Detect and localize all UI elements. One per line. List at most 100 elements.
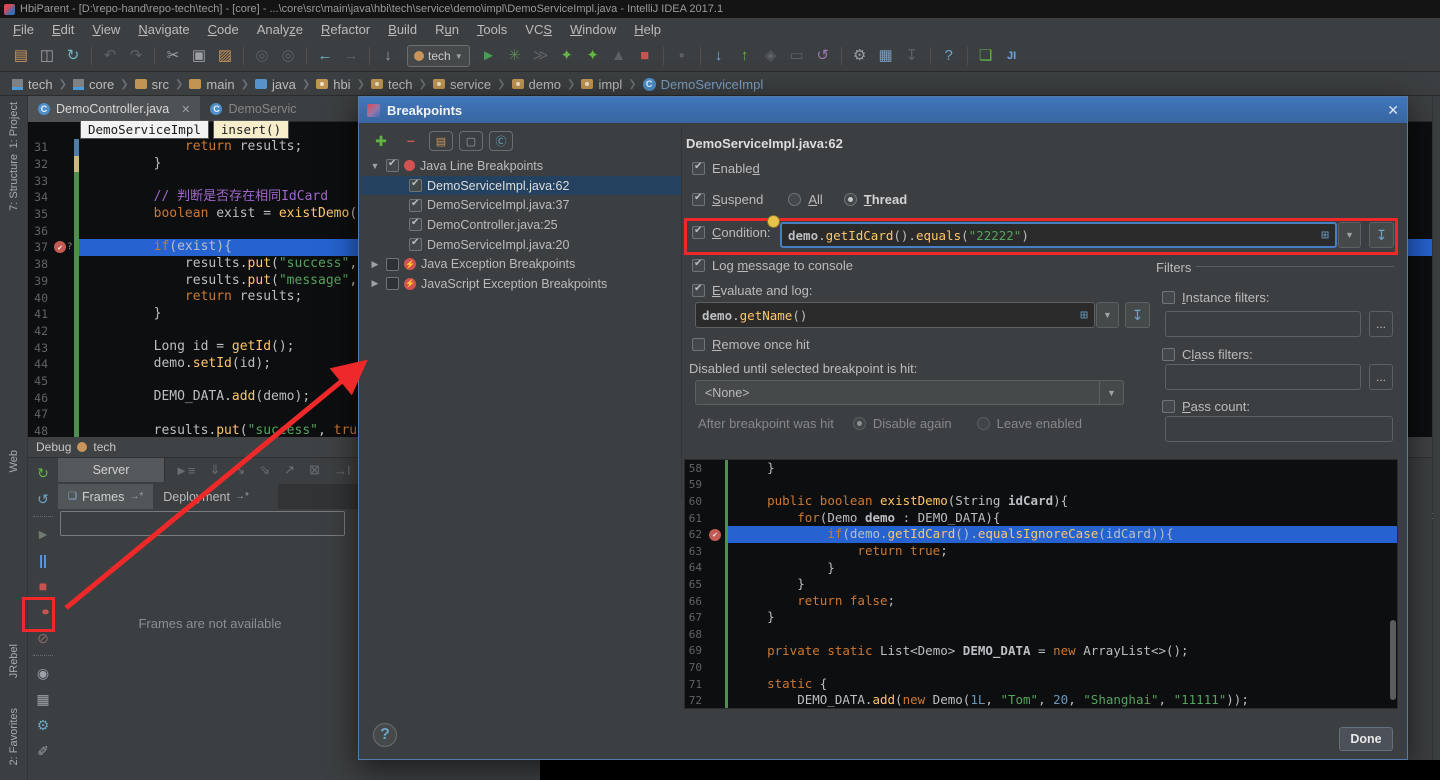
copy-icon[interactable]: ▣ — [186, 42, 212, 70]
menu-tools[interactable]: Tools — [468, 18, 516, 41]
breakpoint-item[interactable]: DemoServiceImpl.java:62 — [361, 176, 681, 196]
step-out-icon[interactable]: ↗ — [284, 462, 295, 478]
detach-icon[interactable]: ▪ — [669, 42, 695, 70]
breakpoint-group[interactable]: ▼Java Line Breakpoints — [361, 156, 681, 176]
line-number[interactable]: 32 — [28, 157, 54, 171]
back-icon[interactable]: ← — [312, 42, 338, 70]
settings-icon[interactable]: ⚙ — [28, 712, 58, 738]
help-icon[interactable]: ? — [936, 42, 962, 70]
line-number[interactable]: 48 — [28, 424, 54, 438]
group-by-package-button[interactable]: ▤ — [429, 131, 453, 151]
menu-run[interactable]: Run — [426, 18, 468, 41]
breadcrumb-tech[interactable]: tech — [367, 77, 417, 92]
enabled-checkbox[interactable] — [692, 162, 705, 175]
instance-filters-input[interactable] — [1165, 311, 1361, 337]
menu-file[interactable]: File — [4, 18, 43, 41]
subtab-deployment[interactable]: Deployment→* — [153, 484, 259, 509]
breakpoint-checkbox[interactable] — [409, 199, 422, 212]
menu-refactor[interactable]: Refactor — [312, 18, 379, 41]
evaluate-input[interactable]: demo.getName() ⊞ — [695, 302, 1095, 328]
force-step-into-icon[interactable]: ⇘ — [259, 462, 270, 478]
help-button[interactable]: ? — [373, 723, 397, 747]
window-icon[interactable]: ❏ — [973, 42, 999, 70]
breakpoint-item[interactable]: DemoServiceImpl.java:37 — [361, 195, 681, 215]
close-icon[interactable]: ✕ — [181, 103, 190, 116]
breadcrumb-java[interactable]: java — [251, 77, 300, 92]
stop-icon[interactable]: ■ — [28, 573, 58, 599]
run-to-cursor-icon[interactable]: →I — [334, 463, 351, 478]
menu-help[interactable]: Help — [625, 18, 670, 41]
sync-icon[interactable]: ↻ — [60, 42, 86, 70]
breadcrumb-demoserviceimpl[interactable]: CDemoServiceImpl — [639, 77, 768, 92]
drop-frame-icon[interactable]: ⊠ — [309, 462, 320, 478]
project-structure-icon[interactable]: ▦ — [873, 42, 899, 70]
line-number[interactable]: 38 — [28, 257, 54, 271]
close-icon[interactable]: ✕ — [1387, 102, 1399, 119]
line-number[interactable]: 35 — [28, 207, 54, 221]
breakpoint-checkbox[interactable] — [409, 218, 422, 231]
open-icon[interactable]: ▤ — [8, 42, 34, 70]
subtab-frames[interactable]: ❏Frames→* — [58, 484, 153, 509]
pin-icon[interactable]: ✐ — [28, 738, 58, 764]
tool-stripe-structure[interactable]: 7: Structure — [0, 154, 28, 211]
expander-icon[interactable]: ▶ — [369, 259, 381, 270]
breakpoint-item[interactable]: DemoServiceImpl.java:20 — [361, 235, 681, 255]
intention-bulb-icon[interactable] — [767, 215, 780, 228]
pause-icon[interactable]: || — [28, 547, 58, 573]
breakpoint-group[interactable]: ▶⚡Java Exception Breakpoints — [361, 254, 681, 274]
attach-icon[interactable]: ▲ — [606, 42, 632, 70]
line-number[interactable]: 37 — [28, 240, 54, 254]
suspend-all-radio[interactable] — [788, 193, 801, 206]
breakpoint-checkbox[interactable] — [386, 159, 399, 172]
breadcrumb-service[interactable]: service — [429, 77, 495, 92]
disabled-until-combo[interactable]: <None> ▼ — [695, 380, 1124, 405]
line-number[interactable]: 31 — [28, 140, 54, 154]
show-execution-point-icon[interactable]: ►≡ — [175, 463, 195, 478]
class-filters-more-button[interactable]: ... — [1369, 364, 1393, 390]
coverage-icon[interactable]: ≫ — [528, 42, 554, 70]
breakpoint-checkbox[interactable] — [409, 238, 422, 251]
tool-stripe-jrebel[interactable]: JRebel — [0, 644, 28, 678]
line-number[interactable]: 40 — [28, 291, 54, 305]
menu-view[interactable]: View — [83, 18, 129, 41]
find-icon[interactable]: ◎ — [249, 42, 275, 70]
cut-icon[interactable]: ✂ — [160, 42, 186, 70]
save-icon[interactable]: ◫ — [34, 42, 60, 70]
pass-count-checkbox[interactable] — [1162, 400, 1175, 413]
class-filters-checkbox[interactable] — [1162, 348, 1175, 361]
breakpoint-checkbox[interactable] — [386, 258, 399, 271]
done-button[interactable]: Done — [1339, 727, 1393, 751]
expander-icon[interactable]: ▶ — [369, 278, 381, 289]
breakpoint-checkbox[interactable] — [409, 179, 422, 192]
breakpoint-icon[interactable]: ✔? — [54, 241, 74, 253]
step-over-icon[interactable]: ⇓ — [209, 462, 220, 478]
menu-code[interactable]: Code — [199, 18, 248, 41]
download-icon[interactable]: ↧ — [899, 42, 925, 70]
vcs-commit-icon[interactable]: ↑ — [732, 42, 758, 70]
breadcrumb-chip-class[interactable]: DemoServiceImpl — [80, 120, 209, 139]
profile2-icon[interactable]: ✦ — [580, 42, 606, 70]
layout-icon[interactable]: ▦ — [28, 686, 58, 712]
evaluate-history-button[interactable]: ↧ — [1125, 302, 1150, 328]
breadcrumb-demo[interactable]: demo — [508, 77, 566, 92]
tool-stripe-favorites[interactable]: 2: Favorites — [0, 708, 28, 765]
vcs-update-icon[interactable]: ↓ — [706, 42, 732, 70]
dump-threads-icon[interactable]: ◉ — [28, 660, 58, 686]
group-by-class-button[interactable]: Ⓒ — [489, 131, 513, 151]
line-number[interactable]: 36 — [28, 224, 54, 238]
replace-icon[interactable]: ◎ — [275, 42, 301, 70]
rollback-icon[interactable]: ↺ — [810, 42, 836, 70]
line-number[interactable]: 46 — [28, 391, 54, 405]
menu-analyze[interactable]: Analyze — [248, 18, 312, 41]
frames-combo[interactable] — [60, 511, 345, 536]
plugin-ji-icon[interactable]: JI — [999, 42, 1025, 70]
pass-count-input[interactable] — [1165, 416, 1393, 442]
remove-breakpoint-button[interactable]: − — [399, 131, 423, 151]
run-config-combo[interactable]: tech▼ — [407, 45, 470, 67]
run-icon[interactable]: ► — [476, 42, 502, 70]
line-number[interactable]: 44 — [28, 357, 54, 371]
step-into-icon[interactable]: ↘ — [234, 462, 245, 478]
hide-windows-icon[interactable]: ↓ — [375, 42, 401, 70]
undo-icon[interactable]: ↶ — [97, 42, 123, 70]
menu-window[interactable]: Window — [561, 18, 625, 41]
